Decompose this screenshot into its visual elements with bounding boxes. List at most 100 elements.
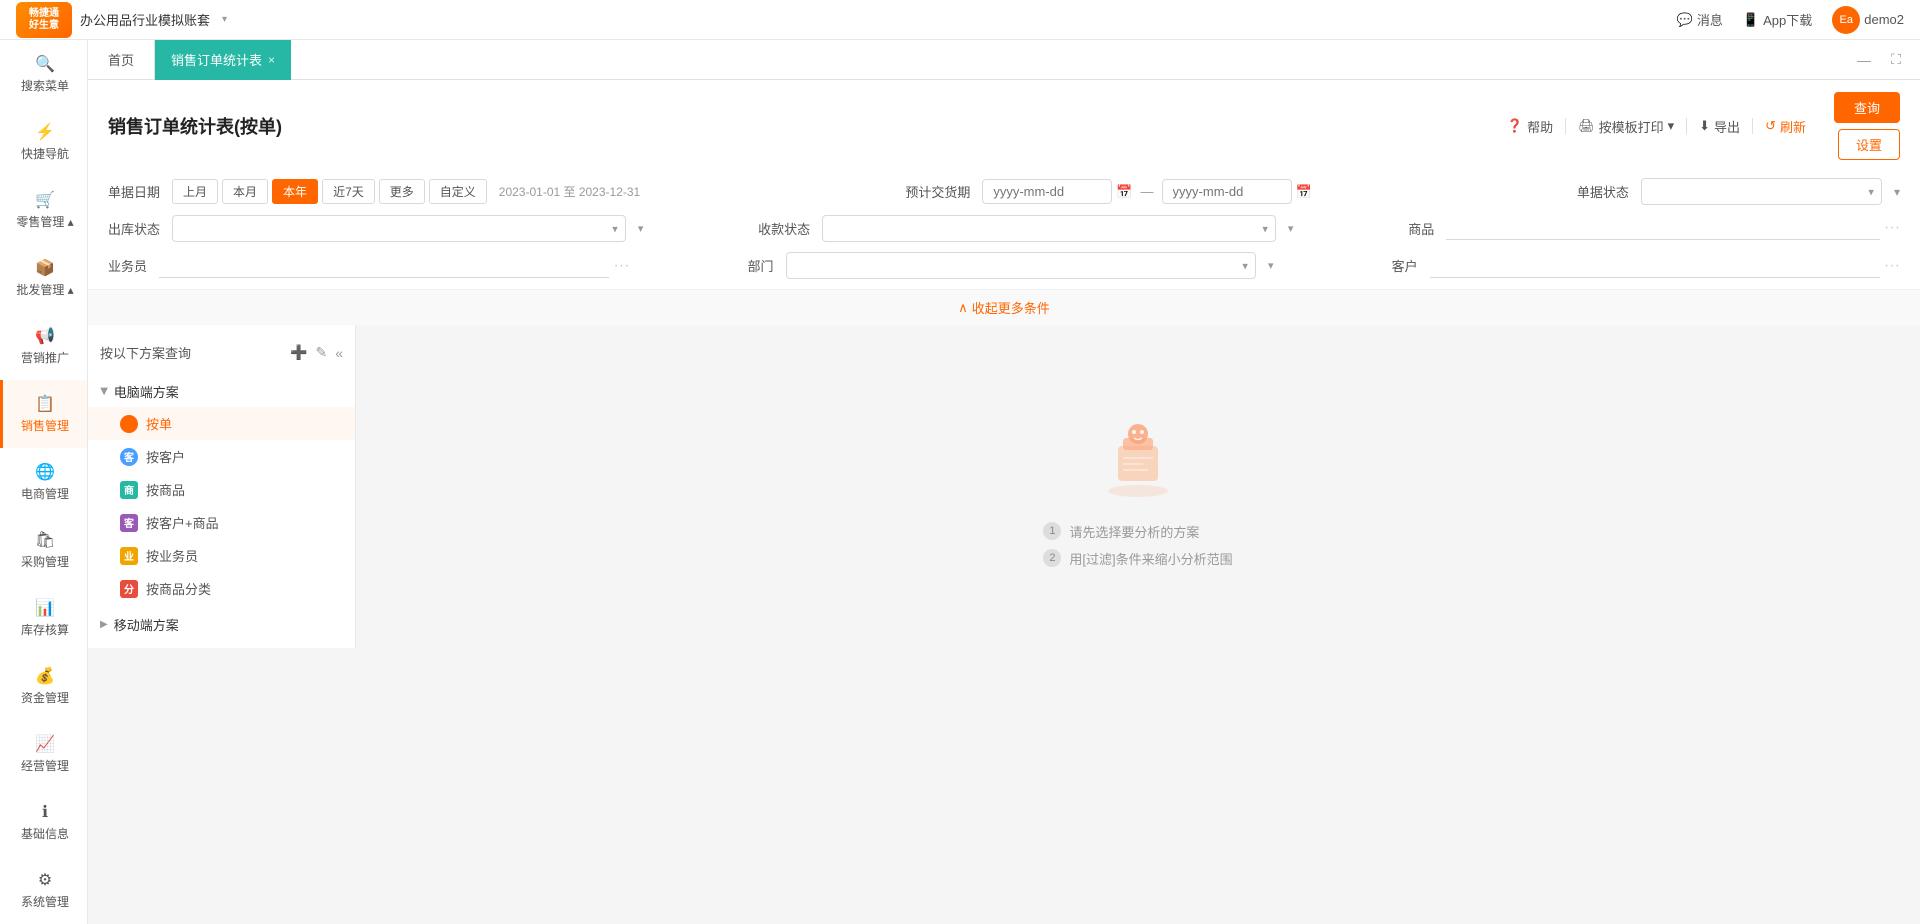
customer-input[interactable] (1430, 254, 1880, 278)
mobile-group-header[interactable]: ▶ 移动端方案 (88, 609, 355, 640)
empty-illustration (1088, 406, 1188, 506)
btn-this-month[interactable]: 本月 (222, 179, 268, 204)
page-content: 销售订单统计表(按单) ❓ 帮助 🖨 按模板打印 ▾ ⬇ (88, 80, 1920, 924)
scheme-item-by-customer-goods[interactable]: 客 按客户+商品 (88, 506, 355, 539)
message-button[interactable]: 💬 消息 (1677, 10, 1723, 29)
goods-input[interactable] (1446, 216, 1880, 240)
sidebar-item-purchase[interactable]: 🛍 采购管理 (0, 516, 87, 584)
tab-close-button[interactable]: × (268, 53, 275, 67)
sidebar-item-search[interactable]: 🔍 搜索菜单 (0, 40, 87, 108)
salesperson-more-icon[interactable]: ··· (613, 257, 629, 275)
basic-icon: ℹ (3, 802, 87, 822)
dept-select-wrapper (786, 252, 1256, 279)
query-button[interactable]: 查询 (1834, 92, 1900, 123)
scheme-item-by-customer[interactable]: 客 按客户 (88, 440, 355, 473)
tab-minimize-button[interactable]: — (1852, 48, 1876, 72)
app-download-button[interactable]: 📱 App下载 (1743, 10, 1812, 29)
scheme-icon-by-goods: 商 (120, 481, 138, 499)
status-select-wrapper (1641, 178, 1882, 205)
desktop-group-header[interactable]: ▶ 电脑端方案 (88, 376, 355, 407)
operation-icon: 📈 (3, 734, 87, 754)
calendar-icon-1[interactable]: 📅 (1116, 184, 1132, 200)
page-title: 销售订单统计表(按单) (108, 113, 282, 139)
avatar: Ea (1832, 6, 1860, 34)
tab-home[interactable]: 首页 (88, 40, 155, 80)
left-panel-actions: ➕ ✎ « (290, 344, 343, 361)
sidebar-item-ecommerce[interactable]: 🌐 电商管理 (0, 448, 87, 516)
tab-maximize-button[interactable]: ⛶ (1884, 48, 1908, 72)
export-button[interactable]: ⬇ 导出 (1699, 117, 1740, 136)
sidebar-item-marketing[interactable]: 📢 营销推广 (0, 312, 87, 380)
status-select[interactable] (1641, 178, 1882, 205)
btn-this-year[interactable]: 本年 (272, 179, 318, 204)
receipt-status-select[interactable] (822, 215, 1276, 242)
collapse-icon: ∧ (958, 300, 968, 316)
btn-more[interactable]: 更多 (379, 179, 425, 204)
topbar-left: 畅捷通好生意 办公用品行业模拟账套 ▾ (16, 2, 227, 38)
left-panel-title: 按以下方案查询 (100, 343, 191, 362)
app-title: 办公用品行业模拟账套 (80, 10, 210, 29)
system-icon: ⚙ (3, 870, 87, 890)
expected-date-start[interactable] (982, 179, 1112, 204)
status-dropdown-arrow[interactable]: ▾ (1894, 185, 1900, 199)
scheme-item-by-category[interactable]: 分 按商品分类 (88, 572, 355, 605)
scheme-item-by-salesperson[interactable]: 业 按业务员 (88, 539, 355, 572)
purchase-icon: 🛍 (3, 530, 87, 550)
dept-select[interactable] (786, 252, 1256, 279)
sidebar-item-finance[interactable]: 💰 资金管理 (0, 652, 87, 720)
edit-scheme-button[interactable]: ✎ (315, 344, 327, 361)
goods-more-icon[interactable]: ··· (1884, 219, 1900, 237)
export-icon: ⬇ (1699, 118, 1710, 134)
out-status-select[interactable] (172, 215, 626, 242)
scheme-item-by-order[interactable]: 按 按单 (88, 407, 355, 440)
tab-sales-order[interactable]: 销售订单统计表 × (155, 40, 291, 80)
sidebar-item-basic[interactable]: ℹ 基础信息 (0, 788, 87, 856)
wholesale-icon: 📦 (3, 258, 87, 278)
scheme-item-by-goods[interactable]: 商 按商品 (88, 473, 355, 506)
mobile-group-label: 移动端方案 (114, 615, 179, 634)
print-button[interactable]: 🖨 按模板打印 ▾ (1578, 117, 1674, 136)
sidebar-item-system[interactable]: ⚙ 系统管理 (0, 856, 87, 924)
sidebar-item-wholesale[interactable]: 📦 批发管理 ▴ (0, 244, 87, 312)
empty-tip-1: 1 请先选择要分析的方案 (1043, 522, 1232, 541)
left-panel: 按以下方案查询 ➕ ✎ « ▶ 电脑端方案 按 (88, 325, 356, 648)
out-status-arrow[interactable]: ▾ (638, 222, 644, 235)
inventory-icon: 📊 (3, 598, 87, 618)
salesperson-input[interactable] (159, 254, 609, 278)
empty-tips: 1 请先选择要分析的方案 2 用[过滤]条件来缩小分析范围 (1043, 522, 1232, 568)
sidebar-item-sales[interactable]: 📋 销售管理 (0, 380, 87, 448)
collapse-panel-button[interactable]: « (335, 345, 343, 361)
tab-bar-right: — ⛶ (1852, 48, 1920, 72)
help-icon: ❓ (1507, 118, 1523, 134)
message-icon: 💬 (1677, 12, 1693, 28)
app-title-arrow[interactable]: ▾ (222, 14, 227, 25)
logo-text: 畅捷通好生意 (29, 8, 59, 32)
sidebar-item-retail[interactable]: 🛒 零售管理 ▴ (0, 176, 87, 244)
btn-custom[interactable]: 自定义 (429, 179, 487, 204)
calendar-icon-2[interactable]: 📅 (1296, 184, 1312, 200)
topbar: 畅捷通好生意 办公用品行业模拟账套 ▾ 💬 消息 📱 App下载 Ea demo… (0, 0, 1920, 40)
out-status-label: 出库状态 (108, 219, 160, 238)
divider3 (1752, 118, 1753, 134)
app-download-icon: 📱 (1743, 12, 1759, 28)
date-range-display: 2023-01-01 至 2023-12-31 (499, 183, 640, 200)
refresh-button[interactable]: ↺ 刷新 (1765, 117, 1806, 136)
help-button[interactable]: ❓ 帮助 (1507, 117, 1553, 136)
sidebar-item-quick-nav[interactable]: ⚡ 快捷导航 (0, 108, 87, 176)
refresh-icon: ↺ (1765, 118, 1776, 134)
customer-more-icon[interactable]: ··· (1884, 257, 1900, 275)
receipt-status-arrow[interactable]: ▾ (1288, 222, 1294, 235)
sidebar: 🔍 搜索菜单 ⚡ 快捷导航 🛒 零售管理 ▴ 📦 批发管理 ▴ 📢 营销推广 📋… (0, 40, 88, 924)
settings-button[interactable]: 设置 (1838, 129, 1900, 160)
collapse-button[interactable]: ∧ 收起更多条件 (88, 289, 1920, 325)
btn-last7[interactable]: 近7天 (322, 179, 375, 204)
btn-prev-month[interactable]: 上月 (172, 179, 218, 204)
receipt-status-label: 收款状态 (758, 219, 810, 238)
add-scheme-button[interactable]: ➕ (290, 344, 307, 361)
goods-input-wrapper: ··· (1446, 216, 1900, 241)
user-menu[interactable]: Ea demo2 (1832, 6, 1904, 34)
sidebar-item-operation[interactable]: 📈 经营管理 (0, 720, 87, 788)
dept-arrow[interactable]: ▾ (1268, 259, 1274, 272)
sidebar-item-inventory[interactable]: 📊 库存核算 (0, 584, 87, 652)
expected-date-end[interactable] (1162, 179, 1292, 204)
